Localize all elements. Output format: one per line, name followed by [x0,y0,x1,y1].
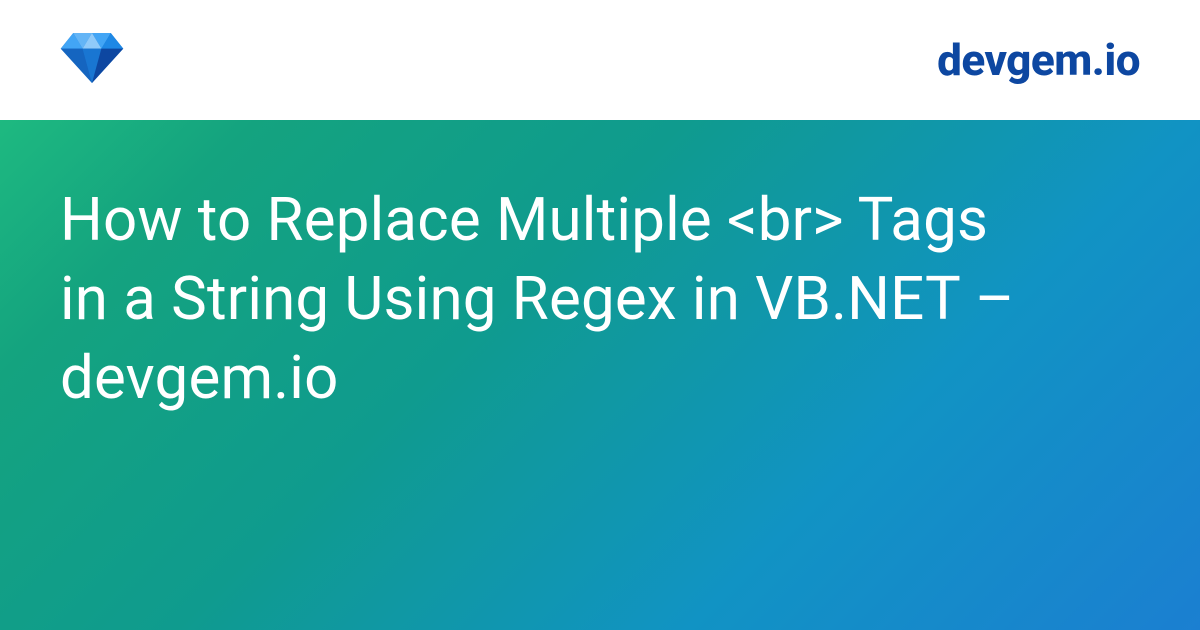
social-card: devgem.io How to Replace Multiple <br> T… [0,0,1200,630]
header: devgem.io [0,0,1200,120]
brand-logo [60,33,124,87]
brand-text: devgem.io [937,34,1140,86]
page-title: How to Replace Multiple <br> Tags in a S… [60,180,1040,418]
gem-icon [60,33,124,87]
hero-banner: How to Replace Multiple <br> Tags in a S… [0,120,1200,630]
